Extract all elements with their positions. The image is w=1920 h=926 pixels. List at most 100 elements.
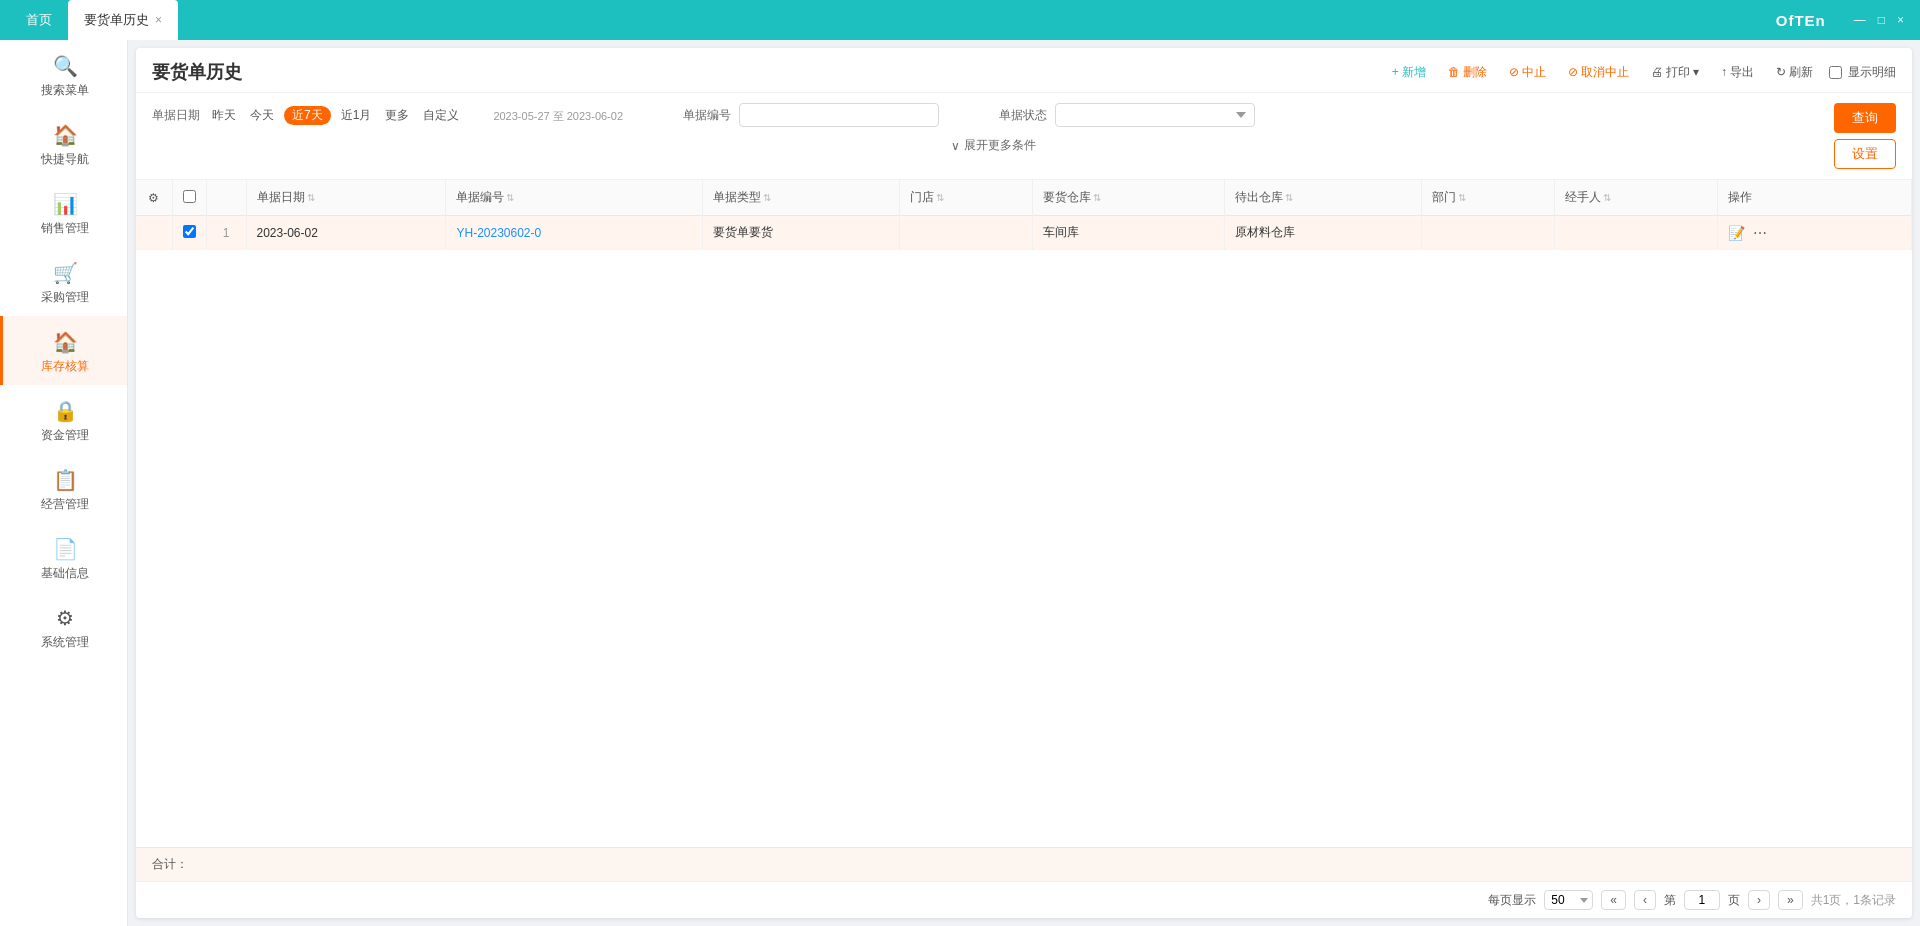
tab-home-label: 首页	[26, 11, 52, 29]
shortcut-custom[interactable]: 自定义	[419, 106, 463, 125]
shortcut-yesterday[interactable]: 昨天	[208, 106, 240, 125]
store-col-header[interactable]: 门店	[899, 180, 1033, 216]
row-orderno[interactable]: YH-20230602-0	[446, 216, 703, 250]
order-link[interactable]: YH-20230602-0	[456, 226, 541, 240]
sidebar-label-quicknav: 快捷导航	[41, 151, 89, 168]
show-detail-checkbox[interactable]: 显示明细	[1829, 64, 1896, 81]
row-pending-warehouse: 原材料仓库	[1225, 216, 1422, 250]
cancel-label: 取消中止	[1581, 64, 1629, 81]
delete-icon: 🗑	[1448, 65, 1460, 79]
more-icon[interactable]: ⋯	[1753, 225, 1767, 241]
cart-icon: 🛒	[53, 261, 78, 285]
stop-icon: ⊘	[1509, 65, 1519, 79]
delete-button[interactable]: 🗑 删除	[1442, 61, 1493, 84]
edit-icon[interactable]: 📝	[1728, 225, 1745, 241]
query-button[interactable]: 查询	[1834, 103, 1896, 133]
shortcut-last7days[interactable]: 近7天	[284, 106, 331, 125]
select-all-checkbox[interactable]	[183, 190, 196, 203]
row-num: 1	[206, 216, 246, 250]
refresh-button[interactable]: ↻ 刷新	[1770, 61, 1819, 84]
export-label: 导出	[1730, 64, 1754, 81]
total-info: 共1页，1条记录	[1811, 892, 1896, 909]
sidebar-item-finance[interactable]: 🔒 资金管理	[0, 385, 127, 454]
show-detail-input[interactable]	[1829, 66, 1842, 79]
main-layout: 🔍 搜索菜单 🏠 快捷导航 📊 销售管理 🛒 采购管理 🏠 库存核算 🔒 资金管…	[0, 40, 1920, 926]
sidebar-label-sales: 销售管理	[41, 220, 89, 237]
status-label: 单据状态	[999, 107, 1047, 124]
export-button[interactable]: ↑ 导出	[1715, 61, 1760, 84]
refresh-icon: ↻	[1776, 65, 1786, 79]
tab-close-icon[interactable]: ×	[155, 13, 162, 27]
sidebar-item-inventory[interactable]: 🏠 库存核算	[0, 316, 127, 385]
settings-button[interactable]: 设置	[1834, 139, 1896, 169]
window-minimize[interactable]: —	[1854, 13, 1866, 27]
last-page-btn[interactable]: »	[1778, 890, 1803, 910]
sidebar-item-search[interactable]: 🔍 搜索菜单	[0, 40, 127, 109]
chevron-down-icon: ∨	[951, 139, 960, 153]
page-input[interactable]	[1684, 890, 1720, 910]
date-col-header[interactable]: 单据日期	[246, 180, 446, 216]
sidebar-item-system[interactable]: ⚙ 系统管理	[0, 592, 127, 661]
sidebar-item-sales[interactable]: 📊 销售管理	[0, 178, 127, 247]
filter-buttons: 查询 设置	[1834, 103, 1896, 169]
expand-more-btn[interactable]: ∨ 展开更多条件	[152, 133, 1834, 158]
pending-warehouse-col-header[interactable]: 待出仓库	[1225, 180, 1422, 216]
department-sort[interactable]: 部门	[1432, 189, 1466, 206]
per-page-select[interactable]: 50 20 100	[1544, 890, 1593, 910]
orderno-col-header[interactable]: 单据编号	[446, 180, 703, 216]
action-icons: 📝 ⋯	[1728, 225, 1901, 241]
date-sort[interactable]: 单据日期	[257, 189, 315, 206]
shortcut-last1month[interactable]: 近1月	[337, 106, 376, 125]
shortcut-more[interactable]: 更多	[381, 106, 413, 125]
handler-col-header[interactable]: 经手人	[1555, 180, 1718, 216]
row-checkbox[interactable]	[183, 225, 196, 238]
department-col-header[interactable]: 部门	[1421, 180, 1555, 216]
lock-icon: 🔒	[53, 399, 78, 423]
store-sort[interactable]: 门店	[910, 189, 944, 206]
row-checkbox-cell	[172, 216, 206, 250]
handler-sort[interactable]: 经手人	[1565, 189, 1611, 206]
stop-button[interactable]: ⊘ 中止	[1503, 61, 1552, 84]
home-icon: 🏠	[53, 123, 78, 147]
stop-label: 中止	[1522, 64, 1546, 81]
inventory-icon: 🏠	[53, 330, 78, 354]
sidebar-item-basicinfo[interactable]: 📄 基础信息	[0, 523, 127, 592]
page-label: 第	[1664, 892, 1676, 909]
req-warehouse-sort[interactable]: 要货仓库	[1043, 189, 1101, 206]
orderno-input[interactable]	[739, 103, 939, 127]
sidebar-item-quicknav[interactable]: 🏠 快捷导航	[0, 109, 127, 178]
sidebar-label-purchase: 采购管理	[41, 289, 89, 306]
new-button[interactable]: + 新增	[1386, 61, 1432, 84]
total-label: 合计：	[152, 857, 188, 871]
cancel-stop-button[interactable]: ⊘ 取消中止	[1562, 61, 1635, 84]
filter-row-1: 单据日期 昨天 今天 近7天 近1月 更多 自定义 2023-05-	[152, 103, 1834, 127]
status-select[interactable]	[1055, 103, 1255, 127]
sidebar-label-basicinfo: 基础信息	[41, 565, 89, 582]
delete-label: 删除	[1463, 64, 1487, 81]
next-page-btn[interactable]: ›	[1748, 890, 1770, 910]
prev-page-btn[interactable]: ‹	[1634, 890, 1656, 910]
orderno-sort[interactable]: 单据编号	[456, 189, 514, 206]
tab-home[interactable]: 首页	[10, 0, 68, 40]
window-close[interactable]: ×	[1897, 13, 1904, 27]
table-row[interactable]: 1 2023-06-02 YH-20230602-0 要货单要货 车间库 原材料…	[136, 216, 1912, 250]
sidebar-label-search: 搜索菜单	[41, 82, 89, 99]
row-settings	[136, 216, 172, 250]
req-warehouse-col-header[interactable]: 要货仓库	[1033, 180, 1225, 216]
checkbox-col-header	[172, 180, 206, 216]
print-button[interactable]: 🖨 打印 ▾	[1645, 61, 1705, 84]
first-page-btn[interactable]: «	[1601, 890, 1626, 910]
pending-warehouse-sort[interactable]: 待出仓库	[1235, 189, 1293, 206]
sidebar-item-operations[interactable]: 📋 经营管理	[0, 454, 127, 523]
type-col-header[interactable]: 单据类型	[703, 180, 900, 216]
content-area: 要货单历史 + 新增 🗑 删除 ⊘ 中止 ⊘ 取消中止 🖨 打印	[136, 48, 1912, 918]
window-maximize[interactable]: □	[1878, 13, 1885, 27]
shortcut-today[interactable]: 今天	[246, 106, 278, 125]
tab-history[interactable]: 要货单历史 ×	[68, 0, 178, 40]
settings-col-header[interactable]: ⚙	[136, 180, 172, 216]
export-icon: ↑	[1721, 65, 1727, 79]
toolbar: + 新增 🗑 删除 ⊘ 中止 ⊘ 取消中止 🖨 打印 ▾	[1386, 61, 1896, 84]
settings-col-icon: ⚙	[148, 191, 159, 205]
sidebar-item-purchase[interactable]: 🛒 采购管理	[0, 247, 127, 316]
type-sort[interactable]: 单据类型	[713, 189, 771, 206]
